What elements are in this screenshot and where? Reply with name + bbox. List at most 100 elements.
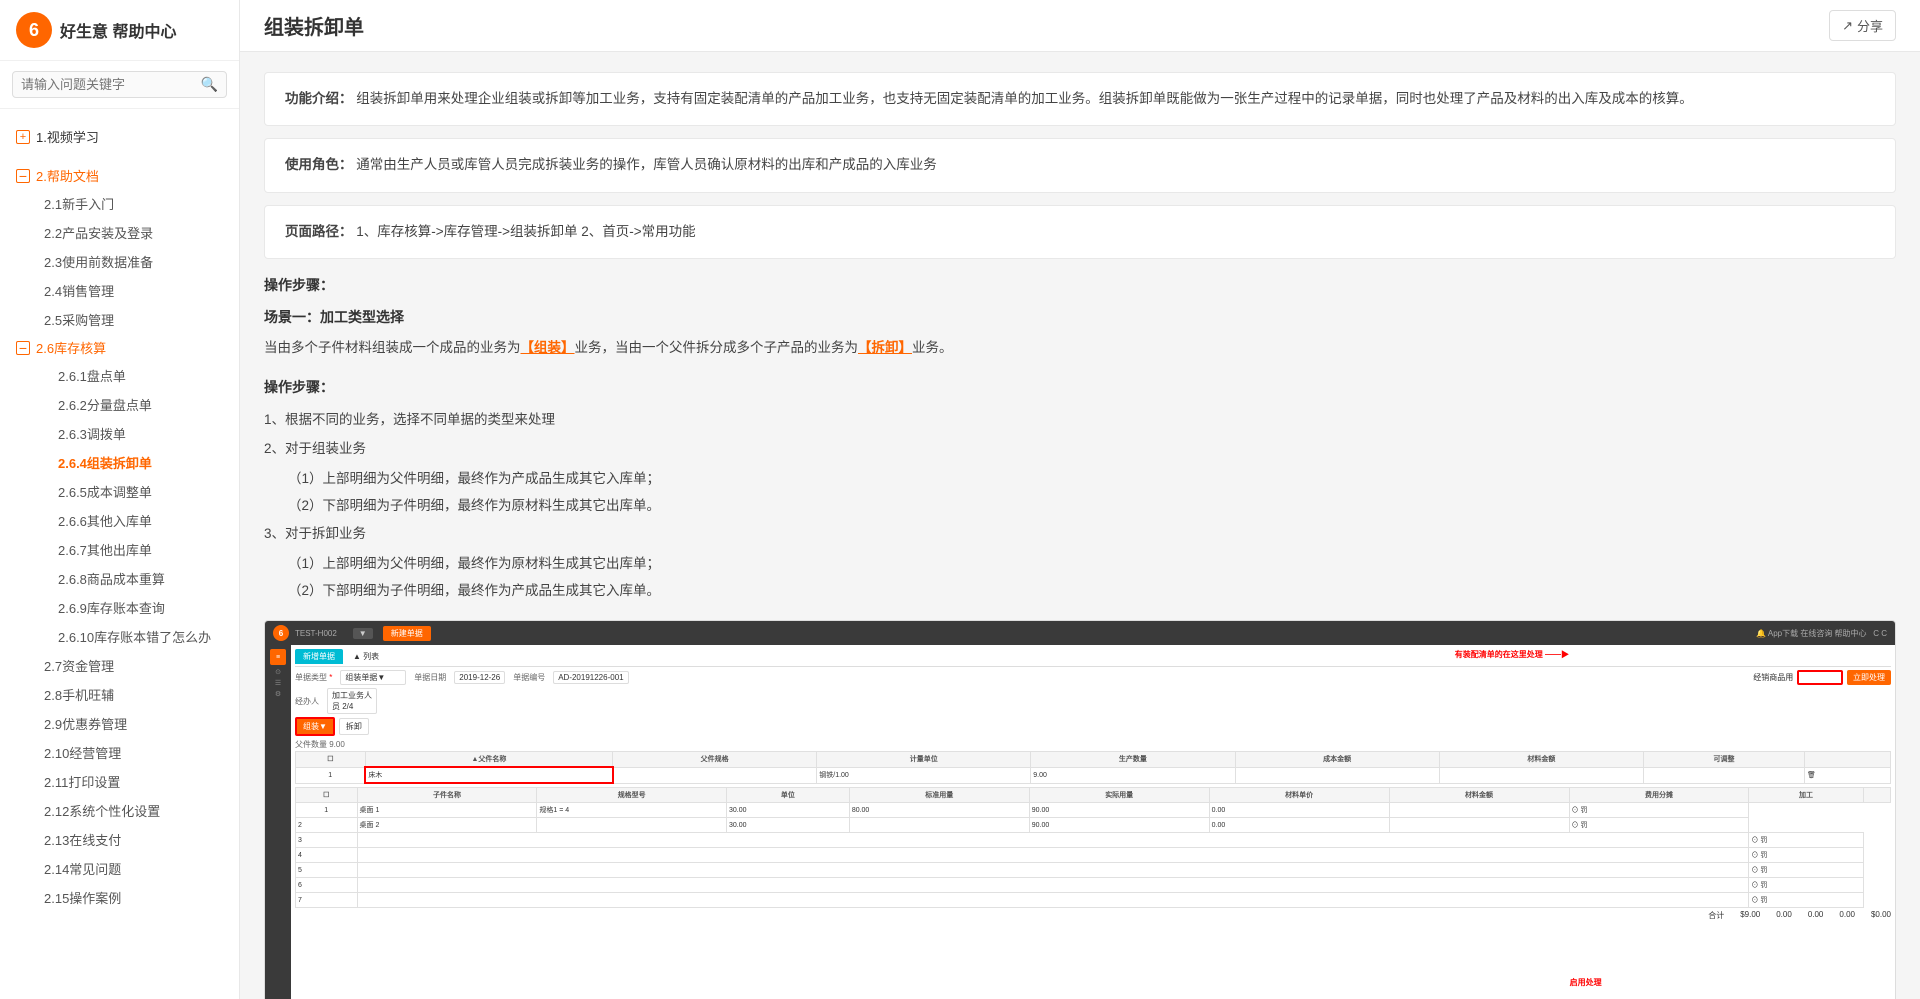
mock-right-icons: 🔔 App下载 在线咨询 帮助中心 C C <box>1756 628 1887 639</box>
sidebar-item-2-6-4[interactable]: 2.6.4组装拆卸单 <box>16 448 223 477</box>
mock-lower-row2-spec <box>537 818 727 833</box>
mock-lower-th-cost: 材料单价 <box>1209 788 1389 803</box>
mock-lower-row7-empty <box>357 893 1749 908</box>
mock-num-val: AD-20191226-001 <box>553 671 628 684</box>
logo-icon-text: 6 <box>29 20 39 41</box>
mock-lower-row2-actual: 90.00 <box>1029 818 1209 833</box>
mock-lower-row6-empty <box>357 878 1749 893</box>
sidebar-item-2-6-8[interactable]: 2.6.8商品成本重算 <box>16 564 223 593</box>
nav-sub-items-2-6: 2.6.1盘点单 2.6.2分量盘点单 2.6.3调拨单 2.6.4组装拆卸单 … <box>16 361 223 651</box>
sidebar-item-2-6-6[interactable]: 2.6.6其他入库单 <box>16 506 223 535</box>
sidebar-item-video[interactable]: + 1.视频学习 <box>16 123 223 150</box>
mock-person-label: 经办人 <box>295 696 319 707</box>
mock-td-1-spec <box>613 767 817 783</box>
scene1-title: 场景一：加工类型选择 <box>264 307 1896 327</box>
sidebar-item-2-3[interactable]: 2.3使用前数据准备 <box>16 247 223 276</box>
share-button[interactable]: ↗ 分享 <box>1829 10 1896 41</box>
mock-form-date: 单据日期 <box>414 672 446 683</box>
sidebar-item-2-6-5[interactable]: 2.6.5成本调整单 <box>16 477 223 506</box>
sidebar-item-2-2[interactable]: 2.2产品安装及登录 <box>16 218 223 247</box>
mock-td-1-count-val: 9.00 <box>1031 767 1235 783</box>
search-input[interactable] <box>21 77 201 92</box>
minus-icon: − <box>16 169 30 183</box>
ops-steps-title: 操作步骤： <box>264 377 1896 397</box>
mock-th-spec: 父件规格 <box>613 752 817 768</box>
plus-icon: + <box>16 130 30 144</box>
sidebar-item-2-6-9[interactable]: 2.6.9库存账本查询 <box>16 593 223 622</box>
mock-lower-row4-num: 4 <box>296 848 358 863</box>
search-icon[interactable]: 🔍 <box>201 76 218 93</box>
step3-sub2: （2）下部明细为子件明细，最终作为产成品生成其它入库单。 <box>264 578 1896 604</box>
mock-lower-th-qty: 标准用量 <box>849 788 1029 803</box>
sidebar-item-video-label: 1.视频学习 <box>36 127 99 146</box>
search-box[interactable]: 🔍 <box>12 71 227 98</box>
mock-lower-row6-num: 6 <box>296 878 358 893</box>
mock-lower-th-check: ☐ <box>296 788 358 803</box>
sidebar-item-2-10[interactable]: 2.10经营管理 <box>16 738 223 767</box>
mock-lower-row2-num: 2 <box>296 818 358 833</box>
search-area: 🔍 <box>0 61 239 109</box>
mock-lower-row1-num: 1 <box>296 803 358 818</box>
annotation-1: 有装配清单的在这里处理 ——▶ <box>1455 649 1569 660</box>
nav-tree: + 1.视频学习 − 2.帮助文档 2.1新手入门 2.2产品安装及登录 2.3… <box>0 109 239 999</box>
sidebar-item-2-11[interactable]: 2.11打印设置 <box>16 767 223 796</box>
minus-icon-2-6: − <box>16 341 30 355</box>
sidebar-item-2-6-10[interactable]: 2.6.10库存账本错了怎么办 <box>16 622 223 651</box>
sidebar-item-2-14[interactable]: 2.14常见问题 <box>16 854 223 883</box>
sidebar-item-2-4[interactable]: 2.4销售管理 <box>16 276 223 305</box>
content-area: 功能介绍： 组装拆卸单用来处理企业组装或拆卸等加工业务，支持有固定装配清单的产品… <box>240 52 1920 999</box>
func-intro-block: 功能介绍： 组装拆卸单用来处理企业组装或拆卸等加工业务，支持有固定装配清单的产品… <box>264 72 1896 126</box>
sidebar-item-2-6-7[interactable]: 2.6.7其他出库单 <box>16 535 223 564</box>
mock-upper-table-label: 父件数量 9.00 <box>295 739 1891 750</box>
mock-logo: 6 <box>273 625 289 641</box>
sidebar-item-2-15[interactable]: 2.15操作案例 <box>16 883 223 912</box>
mock-lower-th-name: 子件名称 <box>357 788 537 803</box>
mock-tab-list: ▲ 列表 <box>345 649 387 664</box>
mock-date-val: 2019-12-26 <box>454 671 505 684</box>
sidebar-item-2-6[interactable]: − 2.6库存核算 <box>16 334 223 361</box>
sidebar-item-help-docs[interactable]: − 2.帮助文档 <box>16 162 223 189</box>
sidebar-item-2-7[interactable]: 2.7资金管理 <box>16 651 223 680</box>
mock-lower-th-ops: 加工 <box>1749 788 1863 803</box>
mock-new-btn: 新建单据 <box>383 626 431 641</box>
sidebar-item-2-13[interactable]: 2.13在线支付 <box>16 825 223 854</box>
mock-td-1-check: 1 <box>296 767 366 783</box>
mock-top-text: TEST-H002 <box>295 629 337 638</box>
zhuangzu-link[interactable]: 【组装】 <box>521 340 575 355</box>
sidebar-item-2-6-1[interactable]: 2.6.1盘点单 <box>16 361 223 390</box>
main: 组装拆卸单 ↗ 分享 功能介绍： 组装拆卸单用来处理企业组装或拆卸等加工业务，支… <box>240 0 1920 999</box>
mock-lower-row1-cost: 0.00 <box>1209 803 1389 818</box>
mock-lower-row1-wh: ⊙ 罚 <box>1569 803 1749 818</box>
page-title: 组装拆卸单 <box>264 11 364 40</box>
mock-lower-th-spec: 规格型号 <box>537 788 727 803</box>
mock-person-val: 加工业务人员 2/4 <box>327 688 377 714</box>
path-block: 页面路径： 1、库存核算->库存管理->组装拆卸单 2、首页->常用功能 <box>264 205 1896 259</box>
mock-th-avail: 可调整 <box>1644 752 1805 768</box>
func-intro-label: 功能介绍： <box>285 91 353 106</box>
mock-th-check: ☐ <box>296 752 366 768</box>
sidebar-item-2-6-label: 2.6库存核算 <box>36 338 106 357</box>
mock-lower-row1-unit: 30.00 <box>726 803 849 818</box>
mock-lower-row4-wh: ⊙ 罚 <box>1749 848 1863 863</box>
sidebar-item-2-9[interactable]: 2.9优惠券管理 <box>16 709 223 738</box>
mock-lower-row2-wh: ⊙ 罚 <box>1569 818 1749 833</box>
sidebar-item-2-5[interactable]: 2.5采购管理 <box>16 305 223 334</box>
mock-warehouse-label: 经销商品用 <box>1753 672 1793 683</box>
topbar: 组装拆卸单 ↗ 分享 <box>240 0 1920 52</box>
sidebar-item-2-6-2[interactable]: 2.6.2分量盘点单 <box>16 390 223 419</box>
sidebar-item-help-docs-label: 2.帮助文档 <box>36 166 99 185</box>
func-intro-text: 组装拆卸单用来处理企业组装或拆卸等加工业务，支持有固定装配清单的产品加工业务，也… <box>356 91 1693 106</box>
mock-th-cost: 成本金额 <box>1235 752 1439 768</box>
chaijian-link[interactable]: 【拆卸】 <box>858 340 912 355</box>
sidebar-item-2-6-3[interactable]: 2.6.3调拨单 <box>16 419 223 448</box>
sidebar-item-2-8[interactable]: 2.8手机旺辅 <box>16 680 223 709</box>
sidebar-item-2-1[interactable]: 2.1新手入门 <box>16 189 223 218</box>
mock-lower-row2-cost: 0.00 <box>1209 818 1389 833</box>
sidebar-item-2-12[interactable]: 2.12系统个性化设置 <box>16 796 223 825</box>
mock-lower-row2-name: 桌面 2 <box>357 818 537 833</box>
mock-type2-btn: 拆卸 <box>339 718 369 735</box>
mock-footer-val5: $0.00 <box>1871 910 1891 921</box>
mock-th-qty: 计量单位 <box>817 752 1031 768</box>
share-label: 分享 <box>1857 16 1883 35</box>
mock-lower-row3-empty <box>357 833 1749 848</box>
